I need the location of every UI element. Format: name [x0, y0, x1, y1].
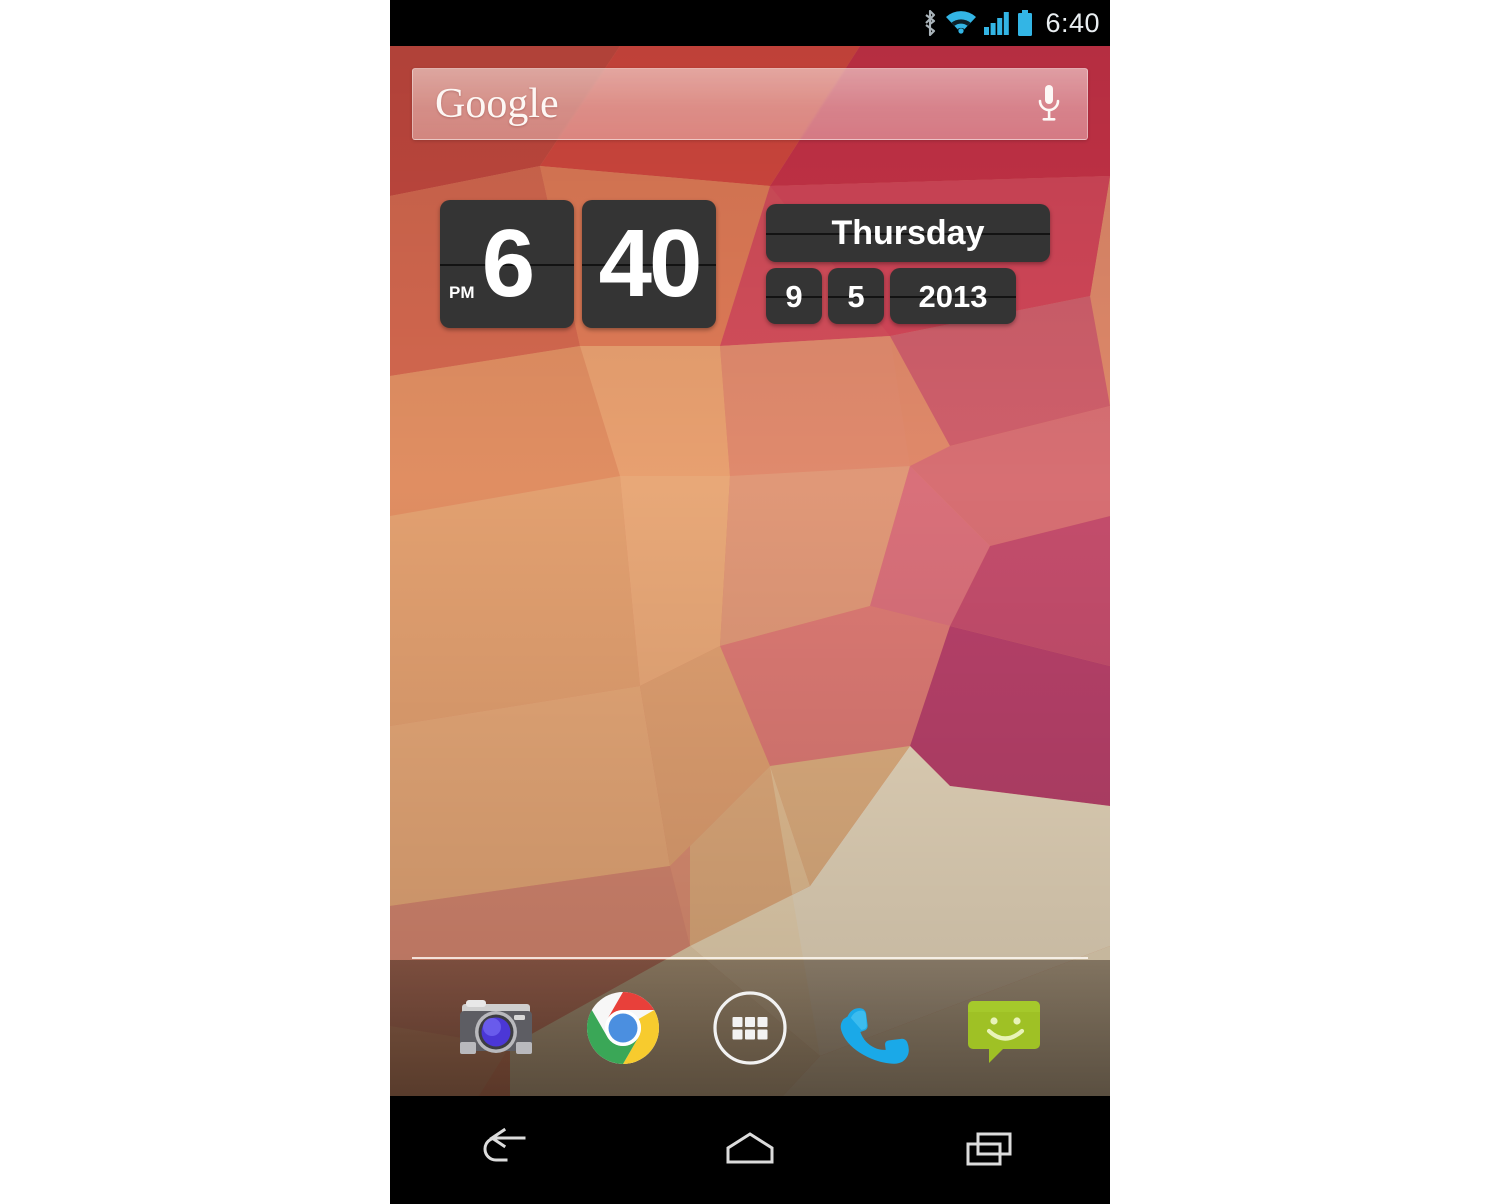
battery-icon	[1017, 9, 1033, 37]
google-search-widget[interactable]: Google	[412, 68, 1088, 140]
clock-minute-tile[interactable]: 40	[582, 200, 716, 328]
date-year-tile[interactable]: 2013	[890, 268, 1016, 324]
date-year-value: 2013	[918, 278, 988, 314]
date-month-value: 5	[847, 278, 865, 314]
status-bar-clock: 6:40	[1045, 7, 1100, 38]
messaging-icon[interactable]	[962, 986, 1046, 1070]
navigation-bar	[390, 1096, 1110, 1204]
home-button[interactable]	[690, 1115, 810, 1185]
dock	[390, 960, 1110, 1096]
chrome-icon[interactable]	[581, 986, 665, 1070]
date-month-tile[interactable]: 5	[828, 268, 884, 324]
clock-meridiem: PM	[449, 283, 475, 302]
wifi-icon	[945, 10, 977, 36]
date-weekday-tile[interactable]: Thursday	[766, 204, 1050, 262]
date-day-value: 9	[785, 278, 803, 314]
dock-divider	[412, 957, 1088, 959]
date-numbers-row: 9 5 2013	[766, 268, 1050, 324]
back-button[interactable]	[450, 1115, 570, 1185]
date-day-tile[interactable]: 9	[766, 268, 822, 324]
clock-hour-value: 6	[481, 210, 535, 317]
date-widget[interactable]: Thursday 9 5 2013	[766, 204, 1050, 324]
phone-screen: 6:40 Google PM 6 40 Thursday 9 5 2013	[390, 0, 1110, 1204]
screenshot-canvas: 6:40 Google PM 6 40 Thursday 9 5 2013	[0, 0, 1500, 1204]
microphone-icon[interactable]	[1035, 83, 1063, 125]
recents-button[interactable]	[930, 1115, 1050, 1185]
app-drawer-icon[interactable]	[708, 986, 792, 1070]
phone-icon[interactable]	[835, 986, 919, 1070]
google-wordmark: Google	[435, 81, 559, 127]
flip-clock-widget[interactable]: PM 6 40	[440, 200, 716, 328]
clock-minute-value: 40	[598, 210, 703, 317]
cellular-signal-icon	[984, 10, 1010, 36]
clock-hour-tile[interactable]: PM 6	[440, 200, 574, 328]
status-bar[interactable]: 6:40	[390, 0, 1110, 46]
camera-icon[interactable]	[454, 986, 538, 1070]
date-weekday-value: Thursday	[831, 214, 985, 252]
bluetooth-icon	[923, 10, 938, 36]
